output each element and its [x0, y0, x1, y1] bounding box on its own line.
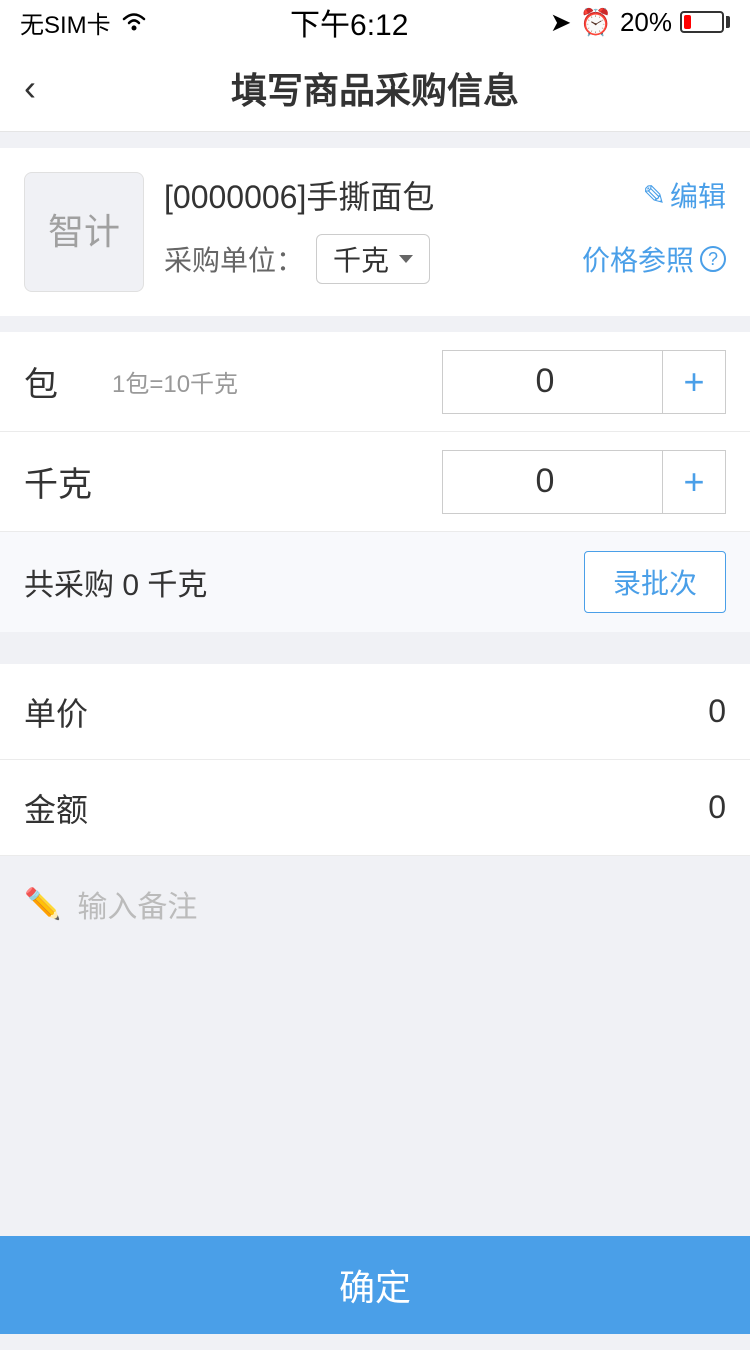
batch-button[interactable]: 录批次	[584, 551, 726, 613]
amount-row: 金额 0	[0, 760, 750, 856]
info-icon: ?	[700, 246, 726, 272]
confirm-button[interactable]: 确定	[0, 1236, 750, 1334]
status-time: 下午6:12	[290, 0, 408, 44]
empty-space	[0, 952, 750, 1252]
wifi-icon	[119, 7, 149, 38]
total-label: 共采购 0 千克	[24, 560, 207, 604]
bag-quantity-input[interactable]	[442, 350, 662, 414]
price-ref-button[interactable]: 价格参照 ?	[582, 239, 726, 279]
amount-label: 金额	[24, 785, 88, 831]
status-bar-left: 无SIM卡	[20, 5, 149, 40]
unit-price-value: 0	[708, 693, 726, 730]
alarm-icon: ⏰	[580, 7, 612, 38]
product-logo: 智计	[48, 214, 120, 250]
back-button[interactable]: ‹	[24, 67, 36, 109]
kg-plus-button[interactable]: +	[662, 450, 726, 514]
battery-percent: 20%	[620, 7, 672, 38]
status-bar-right: ➤ ⏰ 20%	[550, 7, 730, 38]
bag-plus-button[interactable]: +	[662, 350, 726, 414]
edit-pencil-icon: ✎	[643, 179, 666, 212]
edit-label: 编辑	[670, 175, 726, 215]
edit-button[interactable]: ✎ 编辑	[643, 175, 726, 215]
amount-value: 0	[708, 789, 726, 826]
status-bar: 无SIM卡 下午6:12 ➤ ⏰ 20%	[0, 0, 750, 44]
note-section[interactable]: ✏️ 输入备注	[0, 856, 750, 952]
kg-quantity-input[interactable]	[442, 450, 662, 514]
input-section: 包 1包=10千克 + 千克 +	[0, 332, 750, 532]
battery-icon	[680, 11, 730, 33]
unit-value: 千克	[333, 239, 389, 279]
total-value: 0	[122, 569, 139, 602]
location-icon: ➤	[550, 7, 572, 38]
bag-input-row: 包 1包=10千克 +	[0, 332, 750, 432]
product-name: [0000006]手撕面包	[164, 172, 434, 218]
nav-bar: ‹ 填写商品采购信息	[0, 44, 750, 132]
product-info: [0000006]手撕面包 ✎ 编辑 采购单位： 千克 价格参照 ?	[164, 172, 726, 284]
unit-price-label: 单价	[24, 689, 88, 735]
total-unit: 千克	[147, 569, 207, 602]
bag-sublabel: 1包=10千克	[112, 364, 238, 399]
product-image: 智计	[24, 172, 144, 292]
unit-price-row: 单价 0	[0, 664, 750, 760]
unit-label: 采购单位：	[164, 239, 304, 279]
chevron-down-icon	[399, 255, 413, 263]
section-divider-2	[0, 632, 750, 648]
price-ref-label: 价格参照	[582, 239, 694, 279]
product-section: 智计 [0000006]手撕面包 ✎ 编辑 采购单位： 千克	[0, 148, 750, 316]
bag-label: 包	[24, 357, 104, 406]
unit-select[interactable]: 千克	[316, 234, 430, 284]
note-placeholder: 输入备注	[77, 882, 197, 926]
page-title: 填写商品采购信息	[231, 62, 519, 114]
kg-input-row: 千克 +	[0, 432, 750, 532]
pencil-icon: ✏️	[24, 887, 61, 922]
price-section: 单价 0 金额 0	[0, 664, 750, 856]
kg-label: 千克	[24, 457, 104, 506]
total-row: 共采购 0 千克 录批次	[0, 532, 750, 632]
sim-label: 无SIM卡	[20, 5, 111, 40]
section-divider-1	[0, 316, 750, 332]
